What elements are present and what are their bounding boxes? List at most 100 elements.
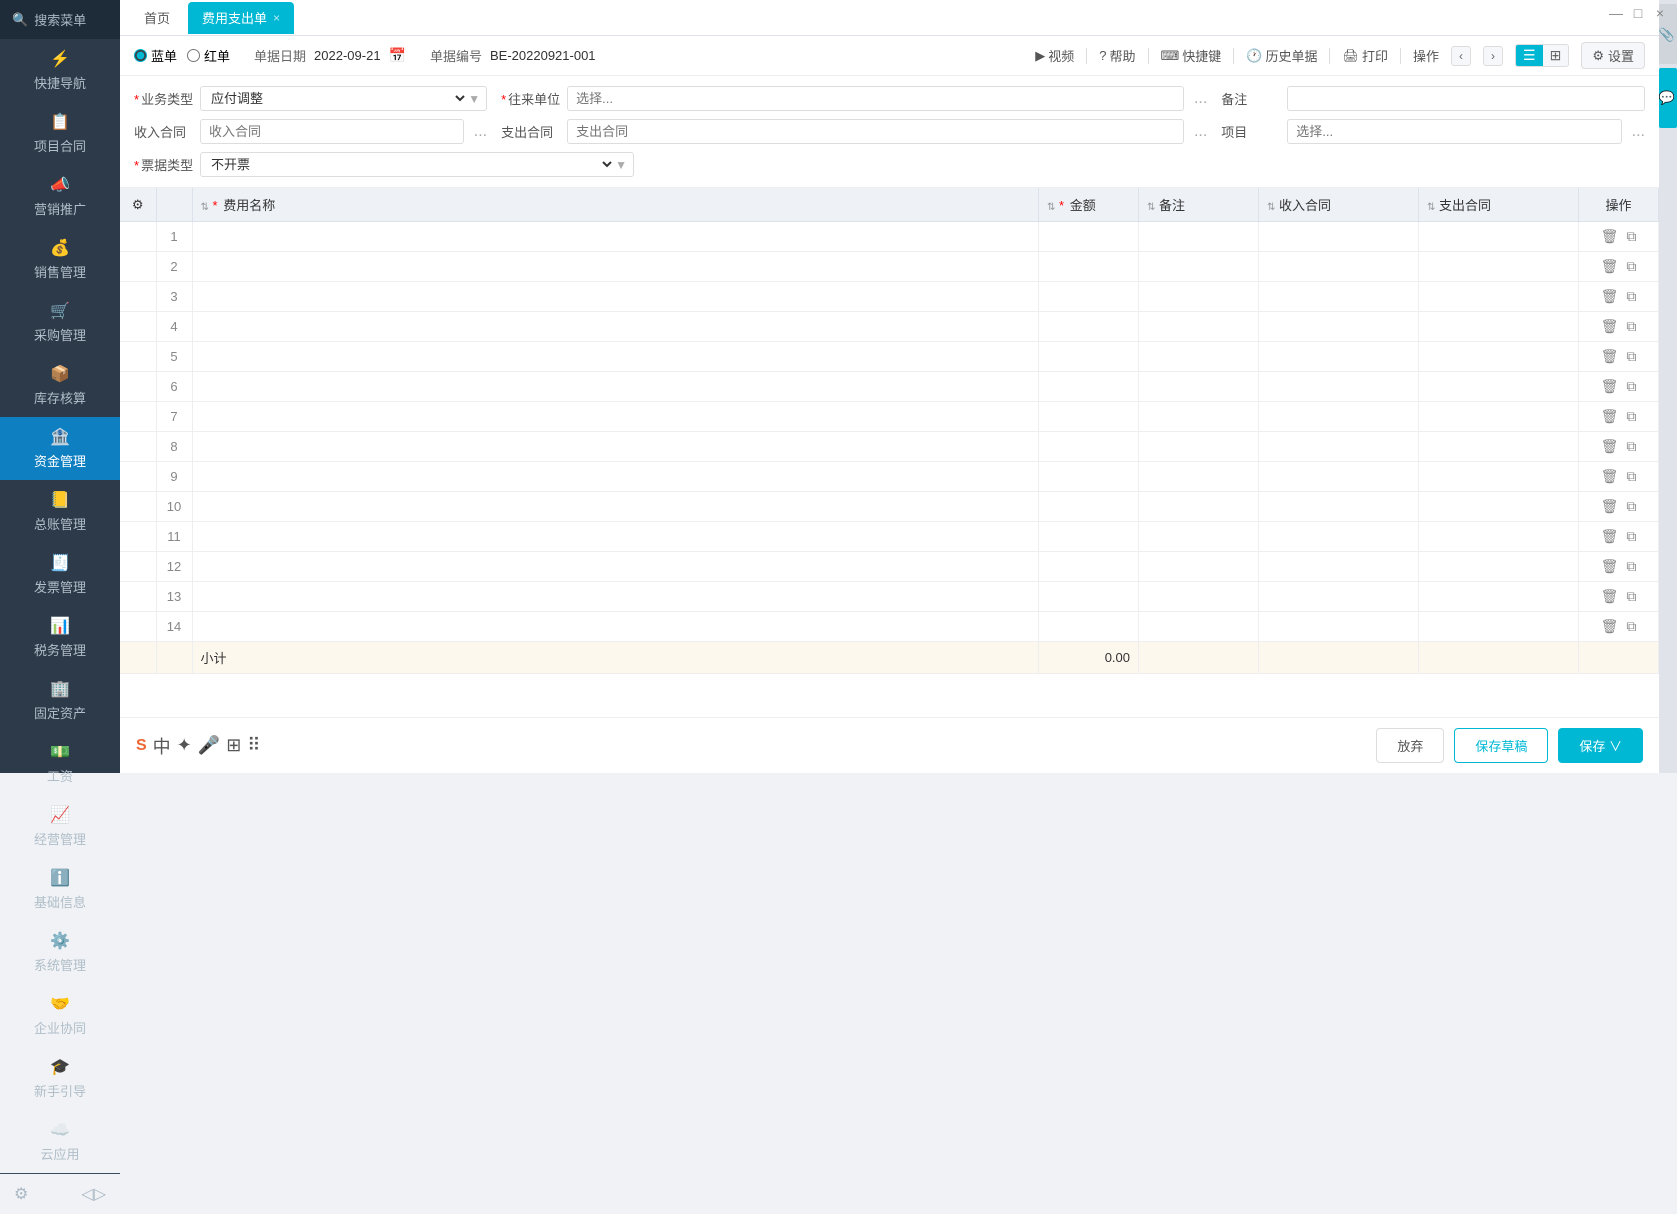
row-income-contract-cell[interactable] xyxy=(1259,312,1419,342)
sidebar-item-invoice-mgmt[interactable]: 🧾 发票管理 xyxy=(0,543,120,606)
row-expense-name-cell[interactable] xyxy=(192,492,1039,522)
row-notes-cell[interactable] xyxy=(1139,342,1259,372)
expense-name-input[interactable] xyxy=(201,349,1031,364)
amount-input[interactable] xyxy=(1047,259,1130,274)
discard-button[interactable]: 放弃 xyxy=(1376,728,1444,763)
expense-name-input[interactable] xyxy=(201,499,1031,514)
tab-close-icon[interactable]: × xyxy=(273,11,280,25)
row-notes-cell[interactable] xyxy=(1139,282,1259,312)
row-amount-cell[interactable] xyxy=(1039,492,1139,522)
row-amount-cell[interactable] xyxy=(1039,612,1139,642)
row-income-contract-input[interactable] xyxy=(1267,409,1410,424)
delete-row-icon[interactable]: 🗑 xyxy=(1601,498,1619,515)
table-icon[interactable]: ⊞ xyxy=(226,735,241,756)
invoice-type-select[interactable]: 不开票 xyxy=(207,156,615,173)
row-expense-contract-cell[interactable] xyxy=(1419,582,1579,612)
copy-row-icon[interactable]: ⧉ xyxy=(1626,498,1636,515)
copy-row-icon[interactable]: ⧉ xyxy=(1626,348,1636,365)
row-notes-cell[interactable] xyxy=(1139,612,1259,642)
row-expense-name-cell[interactable] xyxy=(192,582,1039,612)
expense-name-input[interactable] xyxy=(201,439,1031,454)
row-income-contract-input[interactable] xyxy=(1267,529,1410,544)
counterparty-input[interactable] xyxy=(567,86,1184,111)
minimize-button[interactable]: — xyxy=(1607,4,1625,22)
row-amount-cell[interactable] xyxy=(1039,282,1139,312)
delete-row-icon[interactable]: 🗑 xyxy=(1601,618,1619,635)
amount-input[interactable] xyxy=(1047,349,1130,364)
row-expense-contract-input[interactable] xyxy=(1427,499,1570,514)
sidebar-item-sales-mgmt[interactable]: 💰 销售管理 xyxy=(0,228,120,291)
row-expense-contract-cell[interactable] xyxy=(1419,312,1579,342)
row-expense-contract-input[interactable] xyxy=(1427,619,1570,634)
row-expense-name-cell[interactable] xyxy=(192,312,1039,342)
row-notes-input[interactable] xyxy=(1147,289,1250,304)
shortcut-btn[interactable]: ⌨ 快捷键 xyxy=(1161,46,1222,65)
copy-row-icon[interactable]: ⧉ xyxy=(1626,618,1636,635)
video-btn[interactable]: ▶ 视频 xyxy=(1035,46,1074,65)
tab-expense-form[interactable]: 费用支出单 × xyxy=(188,2,294,34)
row-notes-cell[interactable] xyxy=(1139,252,1259,282)
close-button[interactable]: × xyxy=(1651,4,1659,22)
row-expense-name-cell[interactable] xyxy=(192,252,1039,282)
expense-name-input[interactable] xyxy=(201,409,1031,424)
copy-row-icon[interactable]: ⧉ xyxy=(1626,558,1636,575)
volume-icon[interactable]: ◁▷ xyxy=(81,1184,106,1204)
calendar-icon[interactable]: 📅 xyxy=(389,47,406,64)
row-notes-input[interactable] xyxy=(1147,349,1250,364)
amount-input[interactable] xyxy=(1047,619,1130,634)
copy-row-icon[interactable]: ⧉ xyxy=(1626,408,1636,425)
row-expense-contract-cell[interactable] xyxy=(1419,462,1579,492)
row-income-contract-cell[interactable] xyxy=(1259,252,1419,282)
sidebar-search[interactable]: 🔍 搜索菜单 xyxy=(0,0,120,39)
list-view-button[interactable]: ☰ xyxy=(1516,45,1543,66)
row-income-contract-input[interactable] xyxy=(1267,559,1410,574)
sidebar-item-project-contract[interactable]: 📋 项目合同 xyxy=(0,102,120,165)
row-income-contract-cell[interactable] xyxy=(1259,492,1419,522)
row-amount-cell[interactable] xyxy=(1039,552,1139,582)
delete-row-icon[interactable]: 🗑 xyxy=(1601,528,1619,545)
help-btn[interactable]: ? 帮助 xyxy=(1099,46,1135,65)
nav-prev-button[interactable]: ‹ xyxy=(1451,46,1471,66)
row-notes-cell[interactable] xyxy=(1139,222,1259,252)
delete-row-icon[interactable]: 🗑 xyxy=(1601,558,1619,575)
row-income-contract-cell[interactable] xyxy=(1259,402,1419,432)
expense-name-input[interactable] xyxy=(201,619,1031,634)
row-expense-contract-cell[interactable] xyxy=(1419,402,1579,432)
row-expense-contract-input[interactable] xyxy=(1427,469,1570,484)
row-notes-cell[interactable] xyxy=(1139,552,1259,582)
save-button[interactable]: 保存 ∨ xyxy=(1558,728,1643,763)
red-doc-radio[interactable]: 红单 xyxy=(187,46,230,65)
row-income-contract-input[interactable] xyxy=(1267,319,1410,334)
row-notes-cell[interactable] xyxy=(1139,372,1259,402)
row-expense-contract-cell[interactable] xyxy=(1419,432,1579,462)
biz-type-select[interactable]: 应付调整 xyxy=(207,90,468,107)
row-expense-contract-cell[interactable] xyxy=(1419,342,1579,372)
row-expense-name-cell[interactable] xyxy=(192,462,1039,492)
chat-tab[interactable]: 💬 xyxy=(1659,68,1677,128)
mic-icon[interactable]: 🎤 xyxy=(198,735,220,756)
income-contract-input[interactable] xyxy=(200,119,464,144)
delete-row-icon[interactable]: 🗑 xyxy=(1601,588,1619,605)
copy-row-icon[interactable]: ⧉ xyxy=(1626,288,1636,305)
special-char-icon[interactable]: ✦ xyxy=(177,735,192,756)
row-notes-cell[interactable] xyxy=(1139,462,1259,492)
row-amount-cell[interactable] xyxy=(1039,462,1139,492)
row-expense-name-cell[interactable] xyxy=(192,432,1039,462)
row-amount-cell[interactable] xyxy=(1039,342,1139,372)
row-notes-input[interactable] xyxy=(1147,319,1250,334)
maximize-button[interactable]: □ xyxy=(1629,4,1647,22)
row-expense-name-cell[interactable] xyxy=(192,342,1039,372)
row-notes-input[interactable] xyxy=(1147,409,1250,424)
amount-input[interactable] xyxy=(1047,439,1130,454)
row-expense-contract-input[interactable] xyxy=(1427,289,1570,304)
row-income-contract-input[interactable] xyxy=(1267,289,1410,304)
sidebar-item-inventory[interactable]: 📦 库存核算 xyxy=(0,354,120,417)
row-expense-contract-input[interactable] xyxy=(1427,439,1570,454)
row-amount-cell[interactable] xyxy=(1039,252,1139,282)
row-amount-cell[interactable] xyxy=(1039,432,1139,462)
notes-input[interactable] xyxy=(1287,86,1645,111)
sidebar-item-tax-mgmt[interactable]: 📊 税务管理 xyxy=(0,606,120,669)
delete-row-icon[interactable]: 🗑 xyxy=(1601,378,1619,395)
amount-input[interactable] xyxy=(1047,319,1130,334)
sidebar-item-fixed-assets[interactable]: 🏢 固定资产 xyxy=(0,669,120,732)
